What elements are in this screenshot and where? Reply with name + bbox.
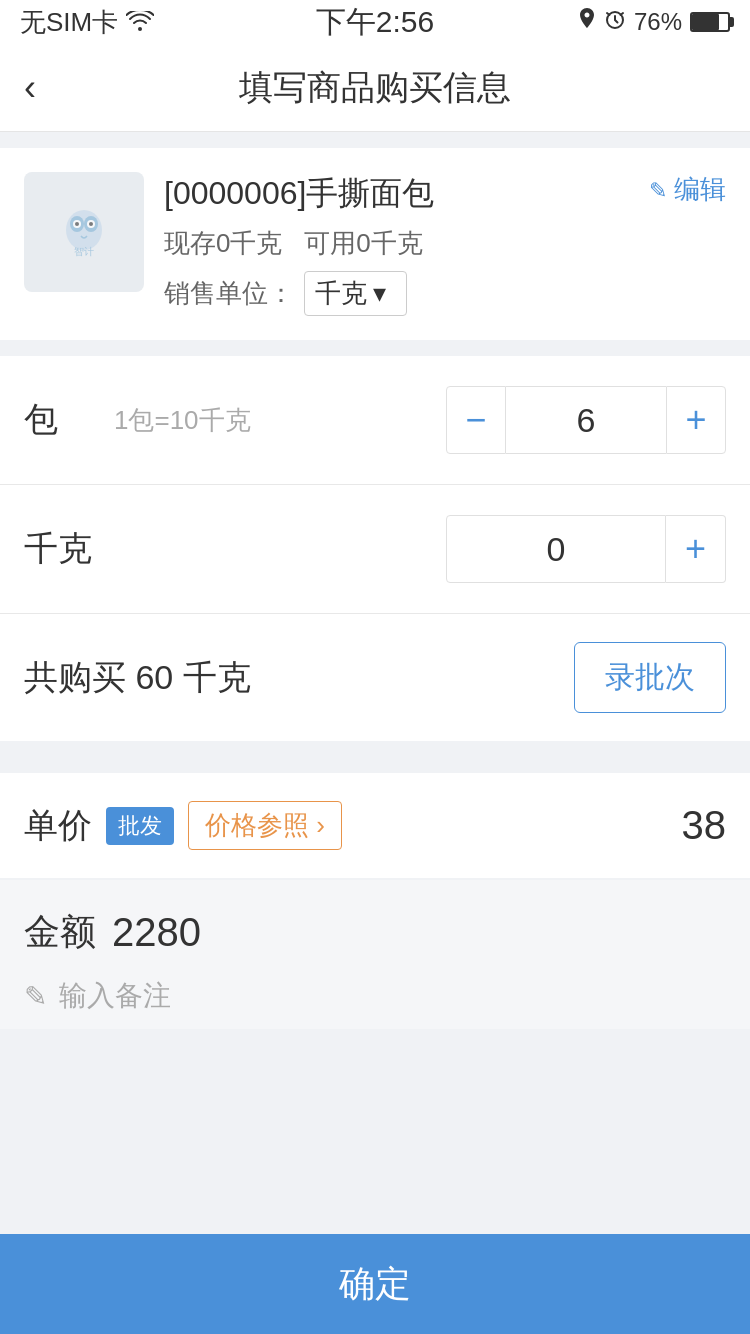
bao-input-row: 包 1包=10千克 − + (0, 356, 750, 485)
product-unit-row: 销售单位： 千克 ▾ (164, 271, 726, 316)
summary-row: 共购买 60 千克 录批次 (0, 614, 750, 741)
unit-select[interactable]: 千克 ▾ (304, 271, 407, 316)
amount-label: 金额 (24, 908, 96, 957)
bao-plus-button[interactable]: + (666, 386, 726, 454)
battery-icon (690, 12, 730, 32)
status-bar: 无SIM卡 下午2:56 76% (0, 0, 750, 44)
price-value: 38 (682, 803, 727, 848)
status-left: 无SIM卡 (20, 5, 154, 40)
batch-tag: 批发 (106, 807, 174, 845)
summary-text: 共购买 60 千克 (24, 655, 251, 701)
product-thumbnail: 智计 (24, 172, 144, 292)
status-right: 76% (578, 8, 730, 36)
edit-icon: ✎ (649, 178, 667, 203)
amount-section: 金额 2280 ✎ 输入备注 (0, 880, 750, 1029)
bao-label: 包 (24, 397, 104, 443)
price-ref-button[interactable]: 价格参照 › (188, 801, 342, 850)
battery-percent: 76% (634, 8, 682, 36)
bao-quantity-control: − + (446, 386, 726, 454)
product-card: 智计 [0000006]手撕面包 ✎ 编辑 现存0千克 可用0千克 销售单位： … (0, 148, 750, 340)
remark-row[interactable]: ✎ 输入备注 (24, 977, 726, 1015)
svg-text:智计: 智计 (74, 246, 94, 257)
bao-hint: 1包=10千克 (114, 403, 446, 438)
kg-input-row: 千克 + (0, 485, 750, 614)
price-label-row: 单价 批发 价格参照 › (24, 801, 342, 850)
product-logo: 智计 (54, 198, 114, 267)
product-info: [0000006]手撕面包 ✎ 编辑 现存0千克 可用0千克 销售单位： 千克 … (164, 172, 726, 316)
input-section: 包 1包=10千克 − + 千克 + (0, 356, 750, 614)
product-name: [0000006]手撕面包 (164, 172, 434, 216)
kg-quantity-input[interactable] (446, 515, 666, 583)
wifi-icon (126, 7, 154, 38)
alarm-icon (604, 8, 626, 36)
svg-point-6 (75, 222, 79, 226)
product-stock: 现存0千克 可用0千克 (164, 226, 726, 261)
dropdown-arrow-icon: ▾ (373, 278, 386, 309)
svg-point-7 (89, 222, 93, 226)
section-divider-1 (0, 340, 750, 356)
price-section: 单价 批发 价格参照 › 38 (0, 773, 750, 878)
bao-quantity-input[interactable] (506, 386, 666, 454)
bao-minus-button[interactable]: − (446, 386, 506, 454)
carrier-label: 无SIM卡 (20, 5, 118, 40)
price-label: 单价 (24, 803, 92, 849)
back-button[interactable]: ‹ (24, 67, 36, 109)
kg-label: 千克 (24, 526, 104, 572)
batch-button[interactable]: 录批次 (574, 642, 726, 713)
amount-value: 2280 (112, 910, 201, 955)
svg-point-1 (66, 210, 102, 250)
amount-row: 金额 2280 (24, 908, 726, 957)
section-divider-2 (0, 741, 750, 757)
kg-quantity-control: + (446, 515, 726, 583)
remark-placeholder: 输入备注 (59, 977, 171, 1015)
edit-button[interactable]: ✎ 编辑 (649, 172, 726, 207)
location-icon (578, 8, 596, 36)
spacer (0, 1029, 750, 1234)
confirm-button[interactable]: 确定 (0, 1234, 750, 1334)
nav-bar: ‹ 填写商品购买信息 (0, 44, 750, 132)
pencil-icon: ✎ (24, 980, 47, 1013)
nav-title: 填写商品购买信息 (239, 65, 511, 111)
kg-plus-button[interactable]: + (666, 515, 726, 583)
time-label: 下午2:56 (316, 2, 434, 43)
